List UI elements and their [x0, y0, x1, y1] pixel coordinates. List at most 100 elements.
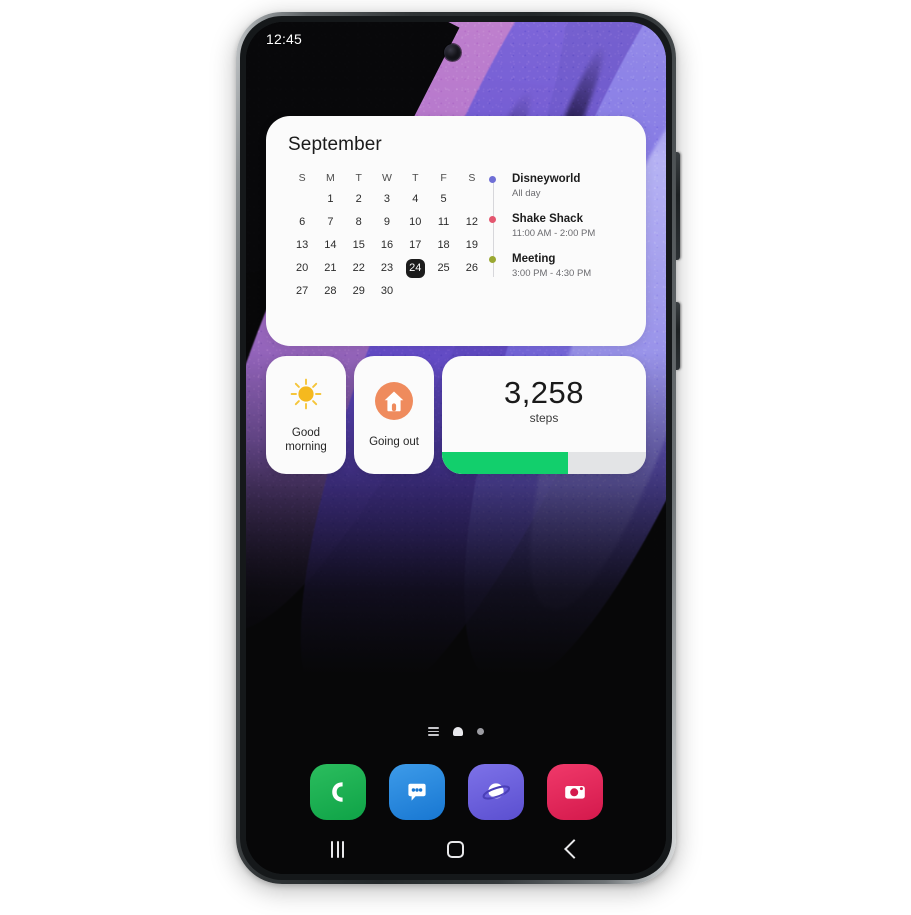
- screenshot-canvas: 12:45 September S M T W T F S 1 2 3 4 5 …: [0, 0, 911, 915]
- phone-icon: [331, 782, 343, 802]
- event-time: 11:00 AM - 2:00 PM: [512, 228, 596, 239]
- calendar-day-labels-row: S M T W T F S: [288, 170, 486, 186]
- calendar-day-cell[interactable]: 27: [288, 282, 316, 301]
- status-bar-clock: 12:45: [266, 31, 303, 47]
- calendar-day-cell[interactable]: 13: [288, 236, 316, 255]
- calendar-day-cell[interactable]: 23: [373, 259, 401, 278]
- dock-app-messages[interactable]: [388, 764, 445, 820]
- calendar-day-cell[interactable]: 17: [401, 236, 429, 255]
- calendar-grid[interactable]: S M T W T F S 1 2 3 4 5 6 7 8 9 10 11 12 13 14 15 16 17 1…: [288, 170, 486, 305]
- home-page-icon[interactable]: [453, 727, 463, 736]
- calendar-day-cell[interactable]: 6: [288, 213, 316, 232]
- calendar-day-cell[interactable]: 30: [373, 282, 401, 301]
- nav-back-button[interactable]: [563, 839, 584, 859]
- calendar-week-row: 6 7 8 9 10 11 12: [288, 213, 486, 232]
- widget-row: Good morning Going out 3,258 steps: [266, 356, 646, 474]
- steps-unit-label: steps: [529, 411, 559, 425]
- event-title: Shake Shack: [512, 213, 583, 225]
- weather-widget-label: Good morning: [285, 426, 327, 454]
- calendar-today-cell[interactable]: 24: [401, 259, 429, 278]
- steps-progress-fill: [442, 452, 569, 474]
- event-time: 3:00 PM - 4:30 PM: [512, 268, 592, 279]
- calendar-event[interactable]: Meeting 3:00 PM - 4:30 PM: [489, 252, 626, 281]
- calendar-day-cell[interactable]: 26: [458, 259, 486, 278]
- calendar-day-cell[interactable]: 22: [345, 259, 373, 278]
- calendar-day-cell[interactable]: 9: [373, 213, 401, 232]
- calendar-day-cell[interactable]: 15: [345, 236, 373, 255]
- calendar-day-cell[interactable]: 2: [345, 190, 373, 209]
- weather-label-line2: morning: [285, 440, 327, 453]
- apps-list-icon[interactable]: [428, 727, 439, 736]
- message-icon: [407, 783, 426, 801]
- calendar-widget[interactable]: September S M T W T F S 1 2 3 4 5 6 7 8 9 10 11 12 1…: [266, 116, 646, 346]
- dock-app-internet[interactable]: [467, 764, 524, 820]
- calendar-empty-cell: [429, 282, 457, 301]
- calendar-week-row: 12345: [288, 190, 486, 209]
- internet-icon: [482, 783, 510, 800]
- sun-icon: [289, 377, 323, 416]
- camera-icon: [564, 786, 585, 799]
- calendar-day-cell[interactable]: 25: [429, 259, 457, 278]
- calendar-event[interactable]: Shake Shack 11:00 AM - 2:00 PM: [489, 212, 626, 241]
- calendar-empty-cell: [458, 190, 486, 209]
- calendar-day-label: F: [440, 172, 447, 184]
- calendar-month-title: September: [288, 134, 382, 155]
- calendar-day-cell[interactable]: 18: [429, 236, 457, 255]
- steps-count-value: 3,258: [503, 375, 585, 410]
- phone-screen: 12:45 September S M T W T F S 1 2 3 4 5 …: [246, 22, 666, 874]
- weather-greeting-widget[interactable]: Good morning: [266, 356, 346, 474]
- front-camera-icon: [444, 44, 461, 61]
- calendar-week-row: 13 14 15 16 17 18 19: [288, 236, 486, 255]
- calendar-day-label: M: [326, 172, 335, 184]
- calendar-day-cell[interactable]: 11: [429, 213, 457, 232]
- dock-app-phone[interactable]: [309, 764, 366, 820]
- calendar-day-cell[interactable]: 3: [373, 190, 401, 209]
- steps-widget[interactable]: 3,258 steps: [442, 356, 646, 474]
- calendar-day-cell[interactable]: 16: [373, 236, 401, 255]
- calendar-day-label: S: [468, 172, 476, 184]
- calendar-day-cell[interactable]: 10: [401, 213, 429, 232]
- weather-label-line1: Good: [291, 426, 321, 439]
- calendar-empty-cell: [458, 282, 486, 301]
- calendar-weeks: 1 2 3 4 5 6 7 8 9 10 11 12 13 14 15 16 17 18 19 20 21 22 23 24 2…: [288, 190, 486, 301]
- volume-rocker-button[interactable]: [676, 152, 680, 260]
- calendar-today-badge: 24: [405, 259, 425, 278]
- steps-progress-track: [442, 452, 646, 474]
- page-dot-icon[interactable]: [477, 728, 484, 735]
- calendar-day-cell[interactable]: 28: [316, 282, 344, 301]
- nav-recents-button[interactable]: [331, 840, 345, 858]
- event-title: Meeting: [512, 253, 556, 265]
- routine-going-out-widget[interactable]: Going out: [354, 356, 434, 474]
- calendar-week-row: 27 28 29 30: [288, 282, 486, 301]
- dock-app-camera[interactable]: [546, 764, 603, 820]
- calendar-empty-cell: [401, 282, 429, 301]
- event-time: All day: [512, 188, 541, 199]
- calendar-day-cell[interactable]: 14: [316, 236, 344, 255]
- calendar-day-cell[interactable]: 19: [458, 236, 486, 255]
- event-color-dot: [489, 216, 496, 223]
- event-color-dot: [489, 256, 496, 263]
- calendar-day-cell[interactable]: 12: [458, 213, 486, 232]
- calendar-empty-cell: [288, 190, 316, 209]
- routine-widget-label: Going out: [369, 435, 419, 448]
- calendar-day-label: S: [298, 172, 306, 184]
- calendar-day-cell[interactable]: 20: [288, 259, 316, 278]
- calendar-day-cell[interactable]: 7: [316, 213, 344, 232]
- home-icon: [375, 381, 413, 425]
- calendar-event[interactable]: Disneyworld All day: [489, 172, 626, 201]
- page-indicator-row: [246, 727, 666, 736]
- calendar-day-cell[interactable]: 21: [316, 259, 344, 278]
- event-title: Disneyworld: [512, 173, 581, 185]
- phone-device: 12:45 September S M T W T F S 1 2 3 4 5 …: [236, 12, 680, 884]
- calendar-day-cell[interactable]: 8: [345, 213, 373, 232]
- power-button[interactable]: [676, 302, 680, 370]
- calendar-day-cell[interactable]: 4: [401, 190, 429, 209]
- calendar-day-label: T: [355, 172, 362, 184]
- navigation-bar: [246, 824, 666, 874]
- calendar-day-cell[interactable]: 1: [316, 190, 344, 209]
- calendar-day-cell[interactable]: 5: [429, 190, 457, 209]
- calendar-day-cell[interactable]: 29: [345, 282, 373, 301]
- nav-home-button[interactable]: [446, 840, 464, 858]
- calendar-day-label: W: [382, 172, 392, 184]
- calendar-events-list: Disneyworld All day Shake Shack 11:00 AM…: [486, 170, 626, 305]
